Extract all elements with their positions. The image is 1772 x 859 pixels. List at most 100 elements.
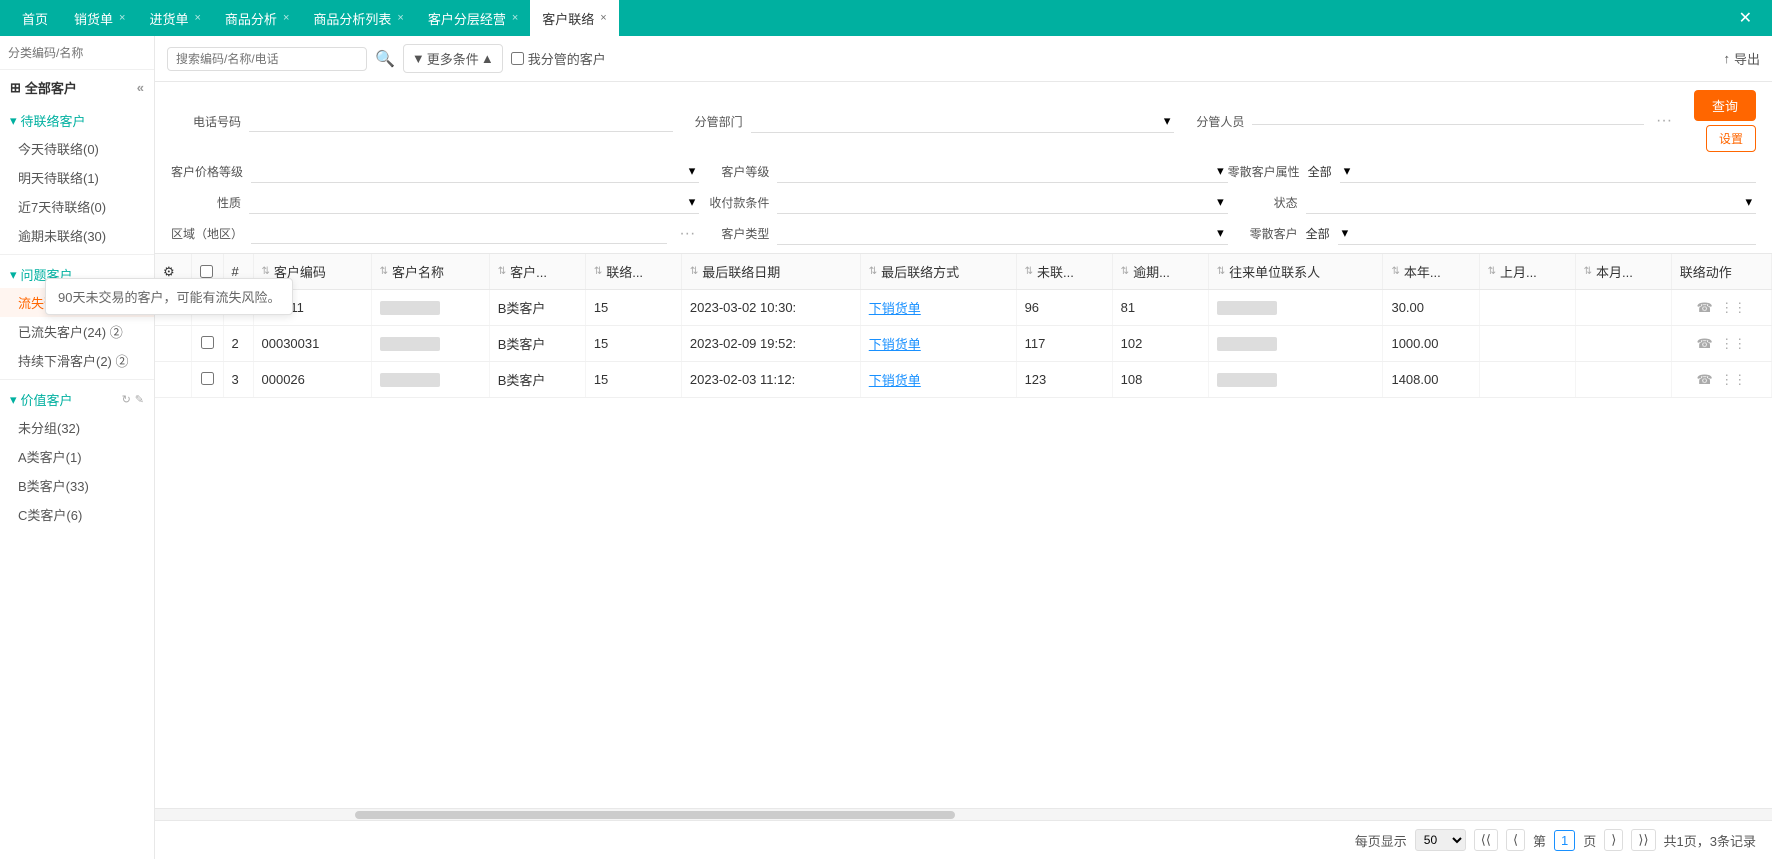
customer-type-select[interactable]: ▾ (777, 222, 1227, 245)
sidebar-item-b-class-label: B类客户(33) (18, 479, 89, 494)
filter-search-input[interactable] (167, 47, 367, 71)
last-page-btn[interactable]: ⟩⟩ (1631, 829, 1655, 851)
next-page-btn[interactable]: ⟩ (1604, 829, 1623, 851)
nav-tab-customer-layers[interactable]: 客户分层经营 × (416, 0, 530, 36)
col-last-contact-method[interactable]: ⇅ 最后联络方式 (860, 254, 1016, 290)
retail-customer-select[interactable]: ▾ (1338, 222, 1756, 245)
last-method-link-1[interactable]: 下销货单 (869, 337, 921, 352)
sidebar-item-a-class[interactable]: A类客户(1) (0, 442, 154, 471)
price-level-select[interactable]: ▾ (251, 160, 699, 183)
edit-icon[interactable]: ✎ (135, 393, 144, 406)
status-select[interactable]: ▾ (1306, 191, 1756, 214)
region-input[interactable] (251, 223, 667, 244)
cell-last-method-1: 下销货单 (860, 326, 1016, 362)
sidebar-item-ungrouped[interactable]: 未分组(32) (0, 413, 154, 442)
first-page-btn[interactable]: ⟨⟨ (1474, 829, 1498, 851)
sidebar-item-c-class-label: C类客户(6) (18, 508, 82, 523)
collapse-icon[interactable]: « (137, 80, 144, 95)
col-this-month[interactable]: ⇅ 本月... (1575, 254, 1671, 290)
customer-level-select[interactable]: ▾ (777, 160, 1227, 183)
group-pending-label: 待联络客户 (21, 111, 86, 130)
close-goods-analysis-tab[interactable]: × (283, 12, 289, 24)
filter-cell-customer-type: 客户类型 ▾ (699, 222, 1227, 245)
action-more-icon-2[interactable]: ⋮⋮ (1720, 372, 1746, 387)
close-customer-layers-tab[interactable]: × (512, 12, 518, 24)
customer-level-label: 客户等级 (699, 163, 769, 180)
nav-tab-customer-contact[interactable]: 客户联络 × (530, 0, 618, 36)
col-last-contact-date[interactable]: ⇅ 最后联络日期 (681, 254, 860, 290)
table-row: 2 00030031 B类客户 15 2023-02-09 19:52: 下销货… (155, 326, 1772, 362)
nav-tab-goods-analysis[interactable]: 商品分析 × (213, 0, 301, 36)
close-goods-list-tab[interactable]: × (397, 12, 403, 24)
last-method-link-0[interactable]: 下销货单 (869, 301, 921, 316)
group-title-value[interactable]: ▾ 价值客户 ↻ ✎ (0, 384, 154, 413)
manager-dots[interactable]: ··· (1652, 112, 1676, 130)
sidebar-item-c-class[interactable]: C类客户(6) (0, 500, 154, 529)
col-customer-name[interactable]: ⇅ 客户名称 (371, 254, 489, 290)
per-page-select[interactable]: 50 20 100 (1415, 829, 1466, 851)
export-btn[interactable]: ↑ 导出 (1723, 49, 1760, 68)
department-select[interactable]: ▾ (751, 110, 1175, 133)
sort-icon6: ⇅ (869, 266, 877, 277)
region-dots[interactable]: ··· (675, 225, 699, 243)
window-close-btn[interactable]: ✕ (1727, 8, 1764, 28)
col-customer-type[interactable]: ⇅ 客户... (489, 254, 585, 290)
last-method-link-2[interactable]: 下销货单 (869, 373, 921, 388)
scroll-thumb[interactable] (355, 811, 955, 819)
manager-select[interactable] (1252, 118, 1644, 125)
close-customer-contact-tab[interactable]: × (600, 12, 606, 24)
select-all-checkbox[interactable] (200, 265, 213, 278)
nav-home[interactable]: 首页 (8, 0, 62, 36)
group-title-pending[interactable]: ▾ 待联络客户 (0, 105, 154, 134)
sidebar-item-overdue[interactable]: 逾期未联络(30) (0, 221, 154, 250)
sidebar-item-b-class[interactable]: B类客户(33) (0, 471, 154, 500)
filter-search-button[interactable]: 🔍 (375, 49, 395, 69)
table-body: 1 000011 B类客户 15 2023-03-02 10:30: 下销货单 … (155, 290, 1772, 398)
settings-button[interactable]: 设置 (1706, 125, 1756, 152)
cell-action-1[interactable]: ☎ ⋮⋮ (1671, 326, 1771, 362)
col-overdue[interactable]: ⇅ 逾期... (1112, 254, 1208, 290)
action-more-icon-0[interactable]: ⋮⋮ (1720, 300, 1746, 315)
more-conditions-btn[interactable]: ▼ 更多条件 ▲ (403, 44, 503, 73)
col-unit-contacts[interactable]: ⇅ 往来单位联系人 (1208, 254, 1383, 290)
sidebar-item-today[interactable]: 今天待联络(0) (0, 134, 154, 163)
sidebar-item-churned[interactable]: 已流失客户(24) ② (0, 317, 154, 346)
filter-row-2: 客户价格等级 ▾ 客户等级 ▾ 零散客户属性 全部 (171, 160, 1756, 183)
horizontal-scrollbar[interactable] (155, 808, 1772, 820)
all-customers-item[interactable]: ⊞ 全部客户 « (0, 70, 154, 105)
cell-checkbox-1[interactable] (191, 326, 223, 362)
col-contacts[interactable]: ⇅ 联络... (585, 254, 681, 290)
filter-cell-retail-customer: 零散客户 全部 ▾ (1228, 222, 1756, 245)
col-this-year[interactable]: ⇅ 本年... (1383, 254, 1479, 290)
sidebar-item-tomorrow[interactable]: 明天待联络(1) (0, 163, 154, 192)
sidebar-item-7days[interactable]: 近7天待联络(0) (0, 192, 154, 221)
nav-tab-purchase[interactable]: 进货单 × (137, 0, 212, 36)
retail-attr-select[interactable]: ▾ (1340, 160, 1756, 183)
query-button[interactable]: 查询 (1694, 90, 1756, 121)
my-customers-checkbox-label[interactable]: 我分管的客户 (511, 49, 606, 68)
my-customers-checkbox[interactable] (511, 52, 524, 65)
action-more-icon-1[interactable]: ⋮⋮ (1720, 336, 1746, 351)
cell-checkbox-2[interactable] (191, 362, 223, 398)
payment-select[interactable]: ▾ (777, 191, 1227, 214)
action-contact-icon-0[interactable]: ☎ (1696, 300, 1712, 315)
sidebar-item-declining-label: 持续下滑客户(2) ② (18, 354, 129, 369)
current-page: 1 (1554, 830, 1575, 851)
sidebar-search-input[interactable] (8, 46, 155, 60)
cell-action-2[interactable]: ☎ ⋮⋮ (1671, 362, 1771, 398)
retail-attr-value: 全部 (1308, 163, 1332, 180)
action-contact-icon-2[interactable]: ☎ (1696, 372, 1712, 387)
phone-input[interactable] (249, 111, 673, 132)
refresh-icon[interactable]: ↻ (122, 393, 131, 406)
col-not-contacted[interactable]: ⇅ 未联... (1016, 254, 1112, 290)
close-sales-tab[interactable]: × (119, 12, 125, 24)
sidebar-item-declining[interactable]: 持续下滑客户(2) ② (0, 346, 154, 375)
nav-tab-sales[interactable]: 销货单 × (62, 0, 137, 36)
gender-select[interactable]: ▾ (249, 191, 699, 214)
cell-action-0[interactable]: ☎ ⋮⋮ (1671, 290, 1771, 326)
prev-page-btn[interactable]: ⟨ (1506, 829, 1525, 851)
action-contact-icon-1[interactable]: ☎ (1696, 336, 1712, 351)
nav-tab-goods-list[interactable]: 商品分析列表 × (301, 0, 415, 36)
col-last-month[interactable]: ⇅ 上月... (1479, 254, 1575, 290)
close-purchase-tab[interactable]: × (194, 12, 200, 24)
